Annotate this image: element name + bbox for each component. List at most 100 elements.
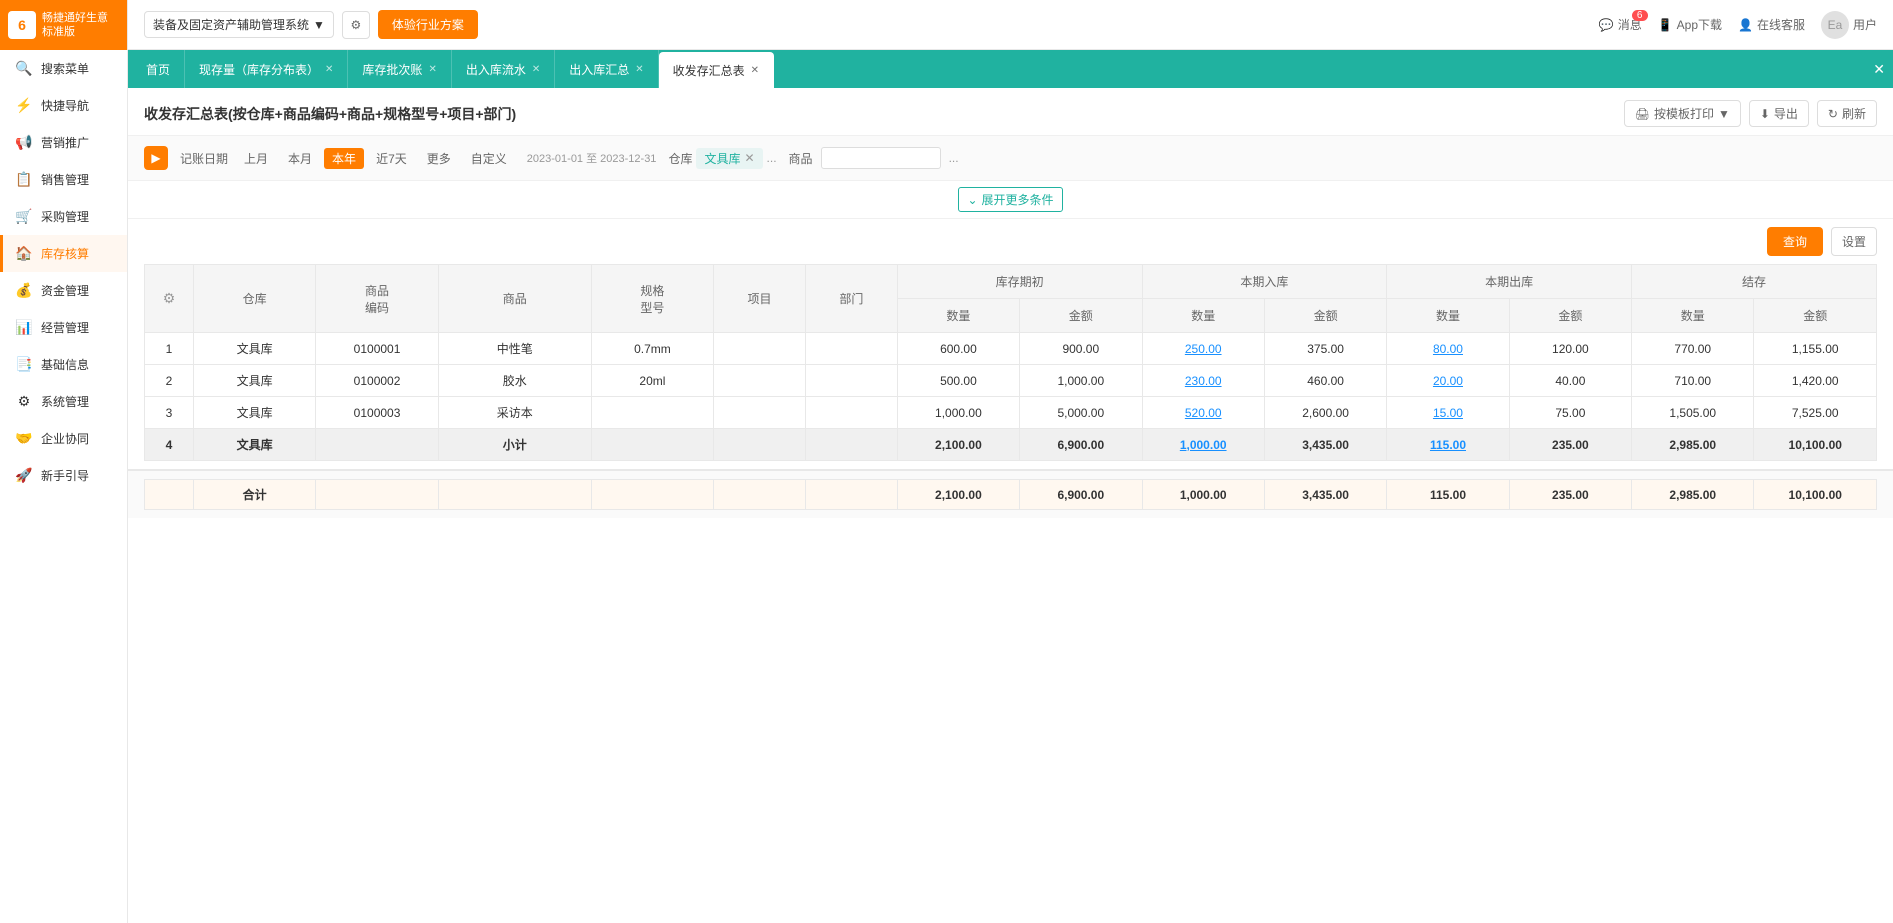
set-button[interactable]: 设置 — [1831, 227, 1877, 256]
expand-conditions-bar: ⌄ 展开更多条件 — [128, 181, 1893, 219]
export-icon: ⬇ — [1760, 107, 1770, 121]
sidebar-item-purchase[interactable]: 🛒 采购管理 — [0, 198, 127, 235]
sidebar-item-operations[interactable]: 📊 经营管理 — [0, 309, 127, 346]
filter-toggle-button[interactable]: ▶ — [144, 146, 168, 170]
row3-out-qty[interactable]: 15.00 — [1387, 397, 1509, 429]
table-row: 2 文具库 0100002 胶水 20ml 500.00 1,000.00 23… — [145, 365, 1877, 397]
tab-flow-close[interactable]: ✕ — [532, 64, 540, 75]
row2-in-qty[interactable]: 230.00 — [1142, 365, 1264, 397]
row3-bal-amt: 7,525.00 — [1754, 397, 1877, 429]
total-out-amt: 235.00 — [1509, 480, 1631, 510]
sidebar-item-finance[interactable]: 💰 资金管理 — [0, 272, 127, 309]
tab-rec-send-close[interactable]: ✕ — [751, 65, 759, 76]
service-button[interactable]: 👤 在线客服 — [1738, 16, 1805, 33]
date-option-this-month[interactable]: 本月 — [280, 148, 320, 169]
row1-out-qty[interactable]: 80.00 — [1387, 333, 1509, 365]
tab-in-out-summary[interactable]: 出入库汇总 ✕ — [555, 50, 658, 88]
sidebar-item-enterprise[interactable]: 🤝 企业协同 — [0, 420, 127, 457]
col-bal-qty-header: 数量 — [1632, 299, 1754, 333]
trial-button[interactable]: 体验行业方案 — [378, 10, 478, 39]
row2-start-qty: 500.00 — [897, 365, 1019, 397]
subtotal-code — [316, 429, 438, 461]
sidebar-item-sales[interactable]: 📋 销售管理 — [0, 161, 127, 198]
row3-project — [714, 397, 806, 429]
row2-start-amt: 1,000.00 — [1020, 365, 1142, 397]
topbar-right: 💬 消息 6 📱 App下载 👤 在线客服 Ea 用户 — [1599, 11, 1877, 39]
date-option-custom[interactable]: 自定义 — [463, 148, 515, 169]
row2-no: 2 — [145, 365, 194, 397]
row2-out-qty[interactable]: 20.00 — [1387, 365, 1509, 397]
col-settings-header: ⚙ — [145, 265, 194, 333]
sidebar-item-label: 搜索菜单 — [41, 60, 89, 77]
print-button[interactable]: 🖨 按模板打印 ▼ — [1624, 100, 1741, 127]
user-menu[interactable]: Ea 用户 — [1821, 11, 1877, 39]
row1-dept — [805, 333, 897, 365]
subtotal-out-qty[interactable]: 115.00 — [1387, 429, 1509, 461]
row3-in-qty[interactable]: 520.00 — [1142, 397, 1264, 429]
tab-stock-dist-close[interactable]: ✕ — [325, 64, 333, 75]
service-icon: 👤 — [1738, 18, 1753, 32]
sidebar-item-basic-info[interactable]: 📑 基础信息 — [0, 346, 127, 383]
refresh-icon: ↻ — [1828, 107, 1838, 121]
col-period-out-header: 本期出库 — [1387, 265, 1632, 299]
goods-search-input[interactable] — [821, 147, 941, 169]
app-label: App下载 — [1677, 16, 1722, 33]
date-option-last-month[interactable]: 上月 — [236, 148, 276, 169]
date-options: 上月 本月 本年 近7天 更多 自定义 — [236, 148, 515, 169]
page-header: 收发存汇总表(按仓库+商品编码+商品+规格型号+项目+部门) 🖨 按模板打印 ▼… — [128, 88, 1893, 136]
row3-dept — [805, 397, 897, 429]
guide-icon: 🚀 — [15, 467, 33, 484]
goods-more-dots[interactable]: ... — [949, 151, 959, 165]
app-download-button[interactable]: 📱 App下载 — [1658, 16, 1722, 33]
system-selector[interactable]: 装备及固定资产辅助管理系统 ▼ — [144, 11, 334, 38]
tab-in-out-flow[interactable]: 出入库流水 ✕ — [452, 50, 555, 88]
warehouse-tag-remove[interactable]: ✕ — [744, 151, 754, 165]
sidebar-item-guide[interactable]: 🚀 新手引导 — [0, 457, 127, 494]
row1-in-amt: 375.00 — [1264, 333, 1386, 365]
date-option-7days[interactable]: 近7天 — [368, 148, 415, 169]
message-icon: 💬 — [1599, 18, 1614, 32]
col-start-qty-header: 数量 — [897, 299, 1019, 333]
subtotal-in-qty[interactable]: 1,000.00 — [1142, 429, 1264, 461]
tab-batch-account[interactable]: 库存批次账 ✕ — [348, 50, 451, 88]
tab-home[interactable]: 首页 — [132, 50, 185, 88]
expand-more-button[interactable]: ⌄ 展开更多条件 — [958, 187, 1062, 212]
marketing-icon: 📢 — [15, 134, 33, 151]
row2-dept — [805, 365, 897, 397]
row3-in-amt: 2,600.00 — [1264, 397, 1386, 429]
inventory-icon: 🏠 — [15, 245, 33, 262]
tab-stock-dist[interactable]: 现存量（库存分布表） ✕ — [185, 50, 348, 88]
total-in-qty: 1,000.00 — [1142, 480, 1264, 510]
sidebar-item-inventory[interactable]: 🏠 库存核算 — [0, 235, 127, 272]
sidebar-item-label: 快捷导航 — [41, 97, 89, 114]
tab-batch-close[interactable]: ✕ — [428, 64, 436, 75]
warehouse-filter-group: 仓库 文具库 ✕ ... — [668, 148, 776, 169]
date-range-display: 2023-01-01 至 2023-12-31 — [527, 150, 657, 166]
tab-summary-close[interactable]: ✕ — [635, 64, 643, 75]
tab-rec-send-summary[interactable]: 收发存汇总表 ✕ — [659, 52, 774, 88]
export-button[interactable]: ⬇ 导出 — [1749, 100, 1809, 127]
row1-in-qty[interactable]: 250.00 — [1142, 333, 1264, 365]
sidebar-item-quick-nav[interactable]: ⚡ 快捷导航 — [0, 87, 127, 124]
row1-no: 1 — [145, 333, 194, 365]
col-out-qty-header: 数量 — [1387, 299, 1509, 333]
enterprise-icon: 🤝 — [15, 430, 33, 447]
quick-nav-icon: ⚡ — [15, 97, 33, 114]
sidebar-item-search[interactable]: 🔍 搜索菜单 — [0, 50, 127, 87]
date-option-this-year[interactable]: 本年 — [324, 148, 364, 169]
total-bal-qty: 2,985.00 — [1632, 480, 1754, 510]
table-settings-icon[interactable]: ⚙ — [163, 290, 176, 306]
data-table-wrapper: 查询 设置 — [128, 219, 1893, 469]
date-option-more[interactable]: 更多 — [419, 148, 459, 169]
warehouse-more-dots[interactable]: ... — [767, 151, 777, 165]
message-button[interactable]: 💬 消息 6 — [1599, 16, 1642, 33]
subtotal-dept — [805, 429, 897, 461]
row3-out-amt: 75.00 — [1509, 397, 1631, 429]
sidebar-item-system[interactable]: ⚙ 系统管理 — [0, 383, 127, 420]
refresh-button[interactable]: ↻ 刷新 — [1817, 100, 1877, 127]
settings-gear-button[interactable]: ⚙ — [342, 11, 370, 39]
tabbar-close-all[interactable]: ✕ — [1869, 57, 1889, 82]
sidebar-item-marketing[interactable]: 📢 营销推广 — [0, 124, 127, 161]
query-button[interactable]: 查询 — [1767, 227, 1823, 256]
date-filter-label: 记账日期 — [180, 150, 228, 167]
